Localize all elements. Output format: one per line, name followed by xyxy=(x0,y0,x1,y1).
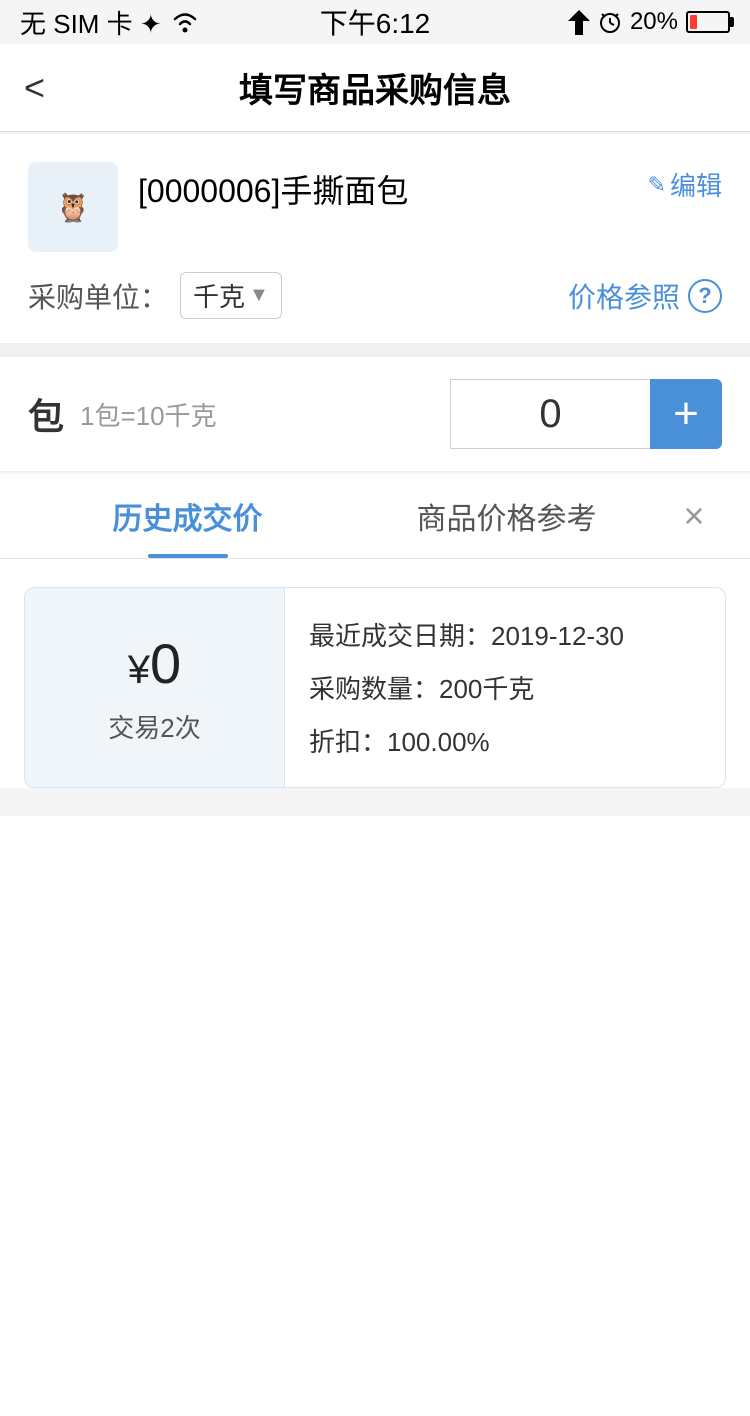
trade-date: 最近成交日期：2019-12-30 xyxy=(309,616,701,653)
edit-icon: ✎ xyxy=(648,172,666,198)
tab-price-ref-label: 商品价格参考 xyxy=(417,494,597,538)
trade-count: 交易2次 xyxy=(108,708,200,745)
quantity-unit: 包 xyxy=(28,388,64,440)
history-details-panel: 最近成交日期：2019-12-30 采购数量：200千克 折扣：100.00% xyxy=(285,588,725,787)
page-title: 填写商品采购信息 xyxy=(239,63,511,112)
status-time: 下午6:12 xyxy=(320,2,431,42)
status-bar: 无 SIM 卡 ✦ 下午6:12 20% xyxy=(0,0,750,44)
history-price: ¥0 xyxy=(128,631,181,696)
battery-percent: 20% xyxy=(630,8,678,36)
unit-value: 千克 xyxy=(193,277,245,314)
wifi-icon xyxy=(170,11,200,33)
product-section: 🦉 [0000006]手撕面包 ✎ 编辑 采购单位： 千克 ▼ 价格参照 ? xyxy=(0,134,750,343)
edit-label: 编辑 xyxy=(670,166,722,203)
currency-symbol: ¥ xyxy=(128,648,150,692)
price-ref-button[interactable]: 价格参照 ? xyxy=(568,276,722,316)
quantity-value: 0 xyxy=(539,392,561,437)
tab-close-button[interactable]: × xyxy=(666,488,722,544)
edit-link[interactable]: ✎ 编辑 xyxy=(648,166,722,203)
trade-discount: 折扣：100.00% xyxy=(309,722,701,759)
tab-active-indicator xyxy=(148,554,228,558)
back-button[interactable]: < xyxy=(24,67,45,109)
unit-label-text: 采购单位： xyxy=(28,276,168,316)
product-logo: 🦉 xyxy=(28,162,118,252)
sim-status: 无 SIM 卡 ✦ xyxy=(20,4,162,41)
quantity-input[interactable]: 0 xyxy=(450,379,650,449)
tabs-header: 历史成交价 商品价格参考 × xyxy=(0,474,750,559)
quantity-row: 包 1包=10千克 0 + xyxy=(0,357,750,472)
tab-history-label: 历史成交价 xyxy=(113,494,263,538)
unit-dropdown[interactable]: 千克 ▼ xyxy=(180,272,282,319)
price-ref-label: 价格参照 xyxy=(568,276,680,316)
tab-price-reference[interactable]: 商品价格参考 xyxy=(347,474,666,558)
alarm-icon xyxy=(598,10,622,34)
product-name: [0000006]手撕面包 xyxy=(138,166,408,212)
battery-icon xyxy=(686,11,730,33)
dropdown-arrow-icon: ▼ xyxy=(249,284,269,307)
history-price-panel: ¥0 交易2次 xyxy=(25,588,285,787)
nav-bar: < 填写商品采购信息 xyxy=(0,44,750,132)
status-right: 20% xyxy=(568,8,730,36)
history-card: ¥0 交易2次 最近成交日期：2019-12-30 采购数量：200千克 折扣：… xyxy=(24,587,726,788)
unit-row: 采购单位： 千克 ▼ xyxy=(28,272,282,319)
quantity-sub-unit: 1包=10千克 xyxy=(80,396,217,433)
quantity-input-group: 0 + xyxy=(450,379,722,449)
price-ref-help-icon: ? xyxy=(688,279,722,313)
status-left: 无 SIM 卡 ✦ xyxy=(20,4,200,41)
product-logo-text: 🦉 xyxy=(56,191,91,224)
tab-history-price[interactable]: 历史成交价 xyxy=(28,474,347,558)
price-value: 0 xyxy=(150,632,181,695)
quantity-plus-button[interactable]: + xyxy=(650,379,722,449)
bottom-space xyxy=(0,816,750,1416)
location-icon xyxy=(568,9,590,35)
section-divider xyxy=(0,343,750,357)
tabs-container: 历史成交价 商品价格参考 × ¥0 交易2次 最近成交日期：2019-12-30… xyxy=(0,474,750,788)
trade-quantity: 采购数量：200千克 xyxy=(309,669,701,706)
